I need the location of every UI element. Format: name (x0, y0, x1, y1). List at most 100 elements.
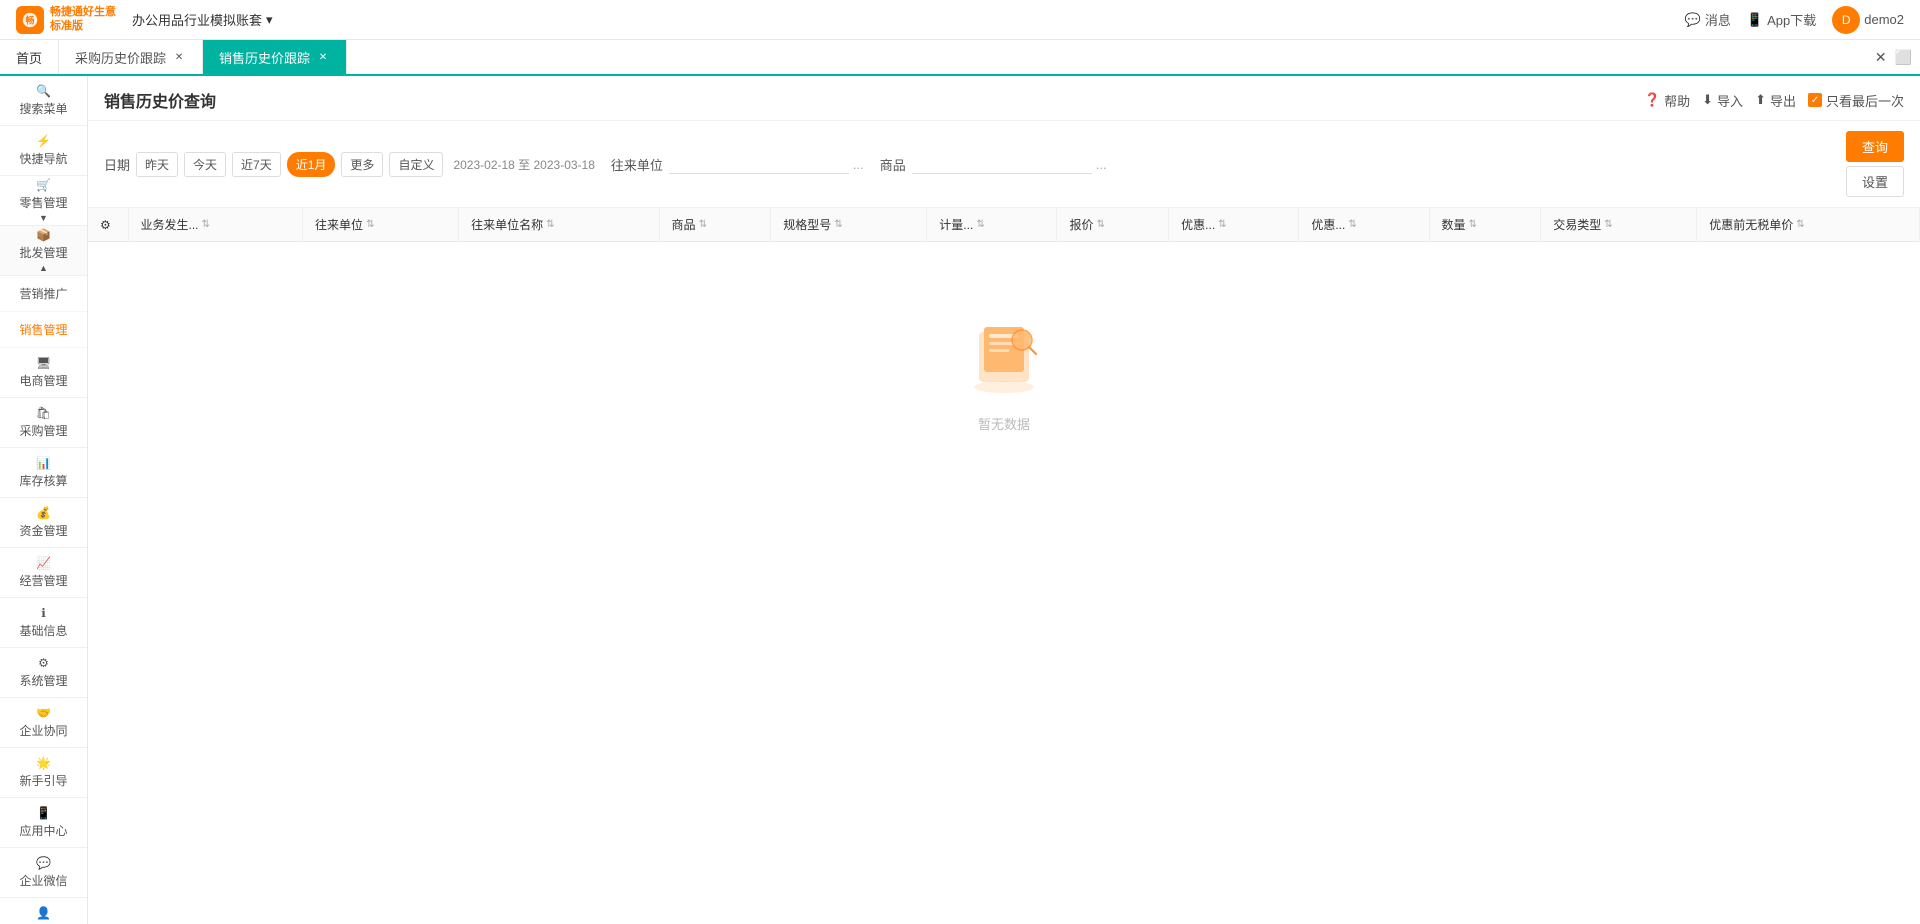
date-btn-7days[interactable]: 近7天 (232, 152, 281, 177)
sidebar-label-marketing: 营销推广 (19, 285, 67, 302)
sort-icon-pretax-price: ⇅ (1796, 219, 1804, 230)
page-header: 销售历史价查询 ❓ 帮助 ⬇ 导入 ⬆ 导出 只看最后一次 (88, 76, 1920, 121)
only-last-checkbox[interactable]: 只看最后一次 (1808, 91, 1904, 110)
sidebar-item-business[interactable]: 📈 经营管理 (0, 548, 87, 598)
help-icon: ❓ (1644, 92, 1660, 108)
sidebar-label-finance: 资金管理 (19, 522, 67, 539)
header-left: 畅 畅捷通好生意 标准版 办公用品行业模拟账套 ▾ (16, 6, 281, 34)
sidebar-label-system: 系统管理 (19, 672, 67, 689)
enterprise-icon: 🤝 (36, 706, 51, 720)
sidebar-label-inventory: 库存核算 (19, 472, 67, 489)
table-col-partner-code[interactable]: 往来单位 ⇅ (303, 208, 459, 242)
sidebar-item-search-menu[interactable]: 🔍 搜索菜单 (0, 76, 87, 126)
tab-bar-actions: ✕ ⬜ (1867, 40, 1920, 74)
download-action[interactable]: 📱 App下载 (1747, 10, 1816, 29)
app-icon: 📱 (36, 806, 51, 820)
tab-sales-history[interactable]: 销售历史价跟踪 ✕ (203, 40, 347, 74)
table-col-biz-date[interactable]: 业务发生... ⇅ (128, 208, 303, 242)
guide-icon: 🌟 (36, 756, 51, 770)
chevron-right-icon: ▼ (39, 213, 48, 223)
table-col-partner-name[interactable]: 往来单位名称 ⇅ (459, 208, 659, 242)
wholesale-icon: 📦 (36, 228, 51, 242)
date-btn-1month[interactable]: 近1月 (287, 152, 336, 177)
sidebar-item-sales-mgmt[interactable]: 销售管理 (0, 312, 87, 348)
sidebar-label-guide: 新手引导 (19, 772, 67, 789)
sidebar-item-inventory[interactable]: 📊 库存核算 (0, 448, 87, 498)
sidebar-label-wechat: 企业微信 (19, 872, 67, 889)
sidebar-item-purchase[interactable]: 🛍 采购管理 (0, 398, 87, 448)
partner-ellipsis-icon[interactable]: ... (853, 157, 864, 172)
sidebar-item-system[interactable]: ⚙ 系统管理 (0, 648, 87, 698)
member-icon: 👤 (36, 906, 51, 920)
partner-input[interactable] (669, 154, 849, 174)
table-col-pretax-price[interactable]: 优惠前无税单价 ⇅ (1697, 208, 1920, 242)
table-col-quote[interactable]: 报价 ⇅ (1057, 208, 1169, 242)
sort-icon-trade-type: ⇅ (1604, 219, 1612, 230)
download-icon: 📱 (1747, 12, 1763, 28)
inventory-icon: 📊 (36, 456, 51, 470)
sidebar-label-ecom: 电商管理 (19, 372, 67, 389)
table-wrap: ⚙ 业务发生... ⇅ 往来单位 ⇅ (88, 208, 1920, 924)
empty-state: 暂无数据 (88, 242, 1920, 493)
table-col-gear[interactable]: ⚙ (88, 208, 128, 242)
sidebar-item-retail[interactable]: 🛒 零售管理 ▼ (0, 176, 87, 226)
table-col-discount1[interactable]: 优惠... ⇅ (1169, 208, 1299, 242)
date-label: 日期 (104, 155, 130, 174)
tab-purchase-history[interactable]: 采购历史价跟踪 ✕ (59, 40, 203, 74)
chevron-up-icon: ▲ (39, 263, 48, 273)
import-button[interactable]: ⬇ 导入 (1702, 91, 1743, 110)
message-action[interactable]: 💬 消息 (1685, 10, 1731, 29)
help-button[interactable]: ❓ 帮助 (1644, 91, 1690, 110)
date-btn-today[interactable]: 今天 (184, 152, 226, 177)
page-actions: ❓ 帮助 ⬇ 导入 ⬆ 导出 只看最后一次 (1644, 91, 1904, 110)
data-table: ⚙ 业务发生... ⇅ 往来单位 ⇅ (88, 208, 1920, 242)
sidebar-item-app-center[interactable]: 📱 应用中心 (0, 798, 87, 848)
sidebar-item-ecom[interactable]: 🖥 电商管理 (0, 348, 87, 398)
page-title: 销售历史价查询 (104, 88, 216, 112)
svg-text:畅: 畅 (25, 14, 34, 25)
sidebar: 🔍 搜索菜单 ⚡ 快捷导航 🛒 零售管理 ▼ 📦 批发管理 ▲ 营销推广 销售管… (0, 76, 88, 924)
date-btn-more[interactable]: 更多 (341, 152, 383, 177)
tab-sales-close-icon[interactable]: ✕ (316, 50, 330, 64)
avatar: D (1832, 6, 1860, 34)
sidebar-item-guide[interactable]: 🌟 新手引导 (0, 748, 87, 798)
app-selector[interactable]: 办公用品行业模拟账套 ▾ (124, 6, 281, 33)
sidebar-item-finance[interactable]: 💰 资金管理 (0, 498, 87, 548)
tab-home[interactable]: 首页 (0, 40, 59, 74)
sidebar-item-marketing[interactable]: 营销推广 (0, 276, 87, 312)
settings-button[interactable]: 设置 (1846, 166, 1904, 197)
sidebar-item-quick-nav[interactable]: ⚡ 快捷导航 (0, 126, 87, 176)
checkbox-icon (1808, 93, 1822, 107)
main-layout: 🔍 搜索菜单 ⚡ 快捷导航 🛒 零售管理 ▼ 📦 批发管理 ▲ 营销推广 销售管… (0, 76, 1920, 924)
tab-close-window-icon[interactable]: ✕ (1875, 49, 1887, 66)
date-btn-yesterday[interactable]: 昨天 (136, 152, 178, 177)
sort-icon-spec: ⇅ (834, 219, 842, 230)
tab-purchase-close-icon[interactable]: ✕ (172, 50, 186, 64)
table-col-discount2[interactable]: 优惠... ⇅ (1299, 208, 1429, 242)
query-button[interactable]: 查询 (1846, 131, 1904, 162)
goods-input[interactable] (912, 154, 1092, 174)
table-col-trade-type[interactable]: 交易类型 ⇅ (1541, 208, 1697, 242)
user-action[interactable]: D demo2 (1832, 6, 1904, 34)
table-col-goods[interactable]: 商品 ⇅ (659, 208, 771, 242)
retail-icon: 🛒 (36, 178, 51, 192)
export-button[interactable]: ⬆ 导出 (1755, 91, 1796, 110)
date-btn-custom[interactable]: 自定义 (389, 152, 443, 177)
sidebar-label-purchase: 采购管理 (19, 422, 67, 439)
table-col-qty[interactable]: 数量 ⇅ (1429, 208, 1541, 242)
goods-input-wrap: ... (912, 154, 1107, 174)
sidebar-label-sales: 销售管理 (19, 321, 67, 338)
sidebar-item-member[interactable]: 👤 畅会员 (0, 898, 87, 924)
sort-icon-discount1: ⇅ (1218, 219, 1226, 230)
goods-ellipsis-icon[interactable]: ... (1096, 157, 1107, 172)
sidebar-item-enterprise[interactable]: 🤝 企业协同 (0, 698, 87, 748)
tab-maximize-icon[interactable]: ⬜ (1895, 49, 1912, 66)
sidebar-item-wechat[interactable]: 💬 企业微信 (0, 848, 87, 898)
sort-icon-partner-code: ⇅ (366, 219, 374, 230)
table-col-spec[interactable]: 规格型号 ⇅ (771, 208, 927, 242)
sidebar-item-basic[interactable]: ℹ 基础信息 (0, 598, 87, 648)
partner-filter-group: 往来单位 ... (611, 154, 864, 174)
sidebar-item-wholesale[interactable]: 📦 批发管理 ▲ (0, 226, 87, 276)
sidebar-label-basic: 基础信息 (19, 622, 67, 639)
table-col-unit[interactable]: 计量... ⇅ (927, 208, 1057, 242)
